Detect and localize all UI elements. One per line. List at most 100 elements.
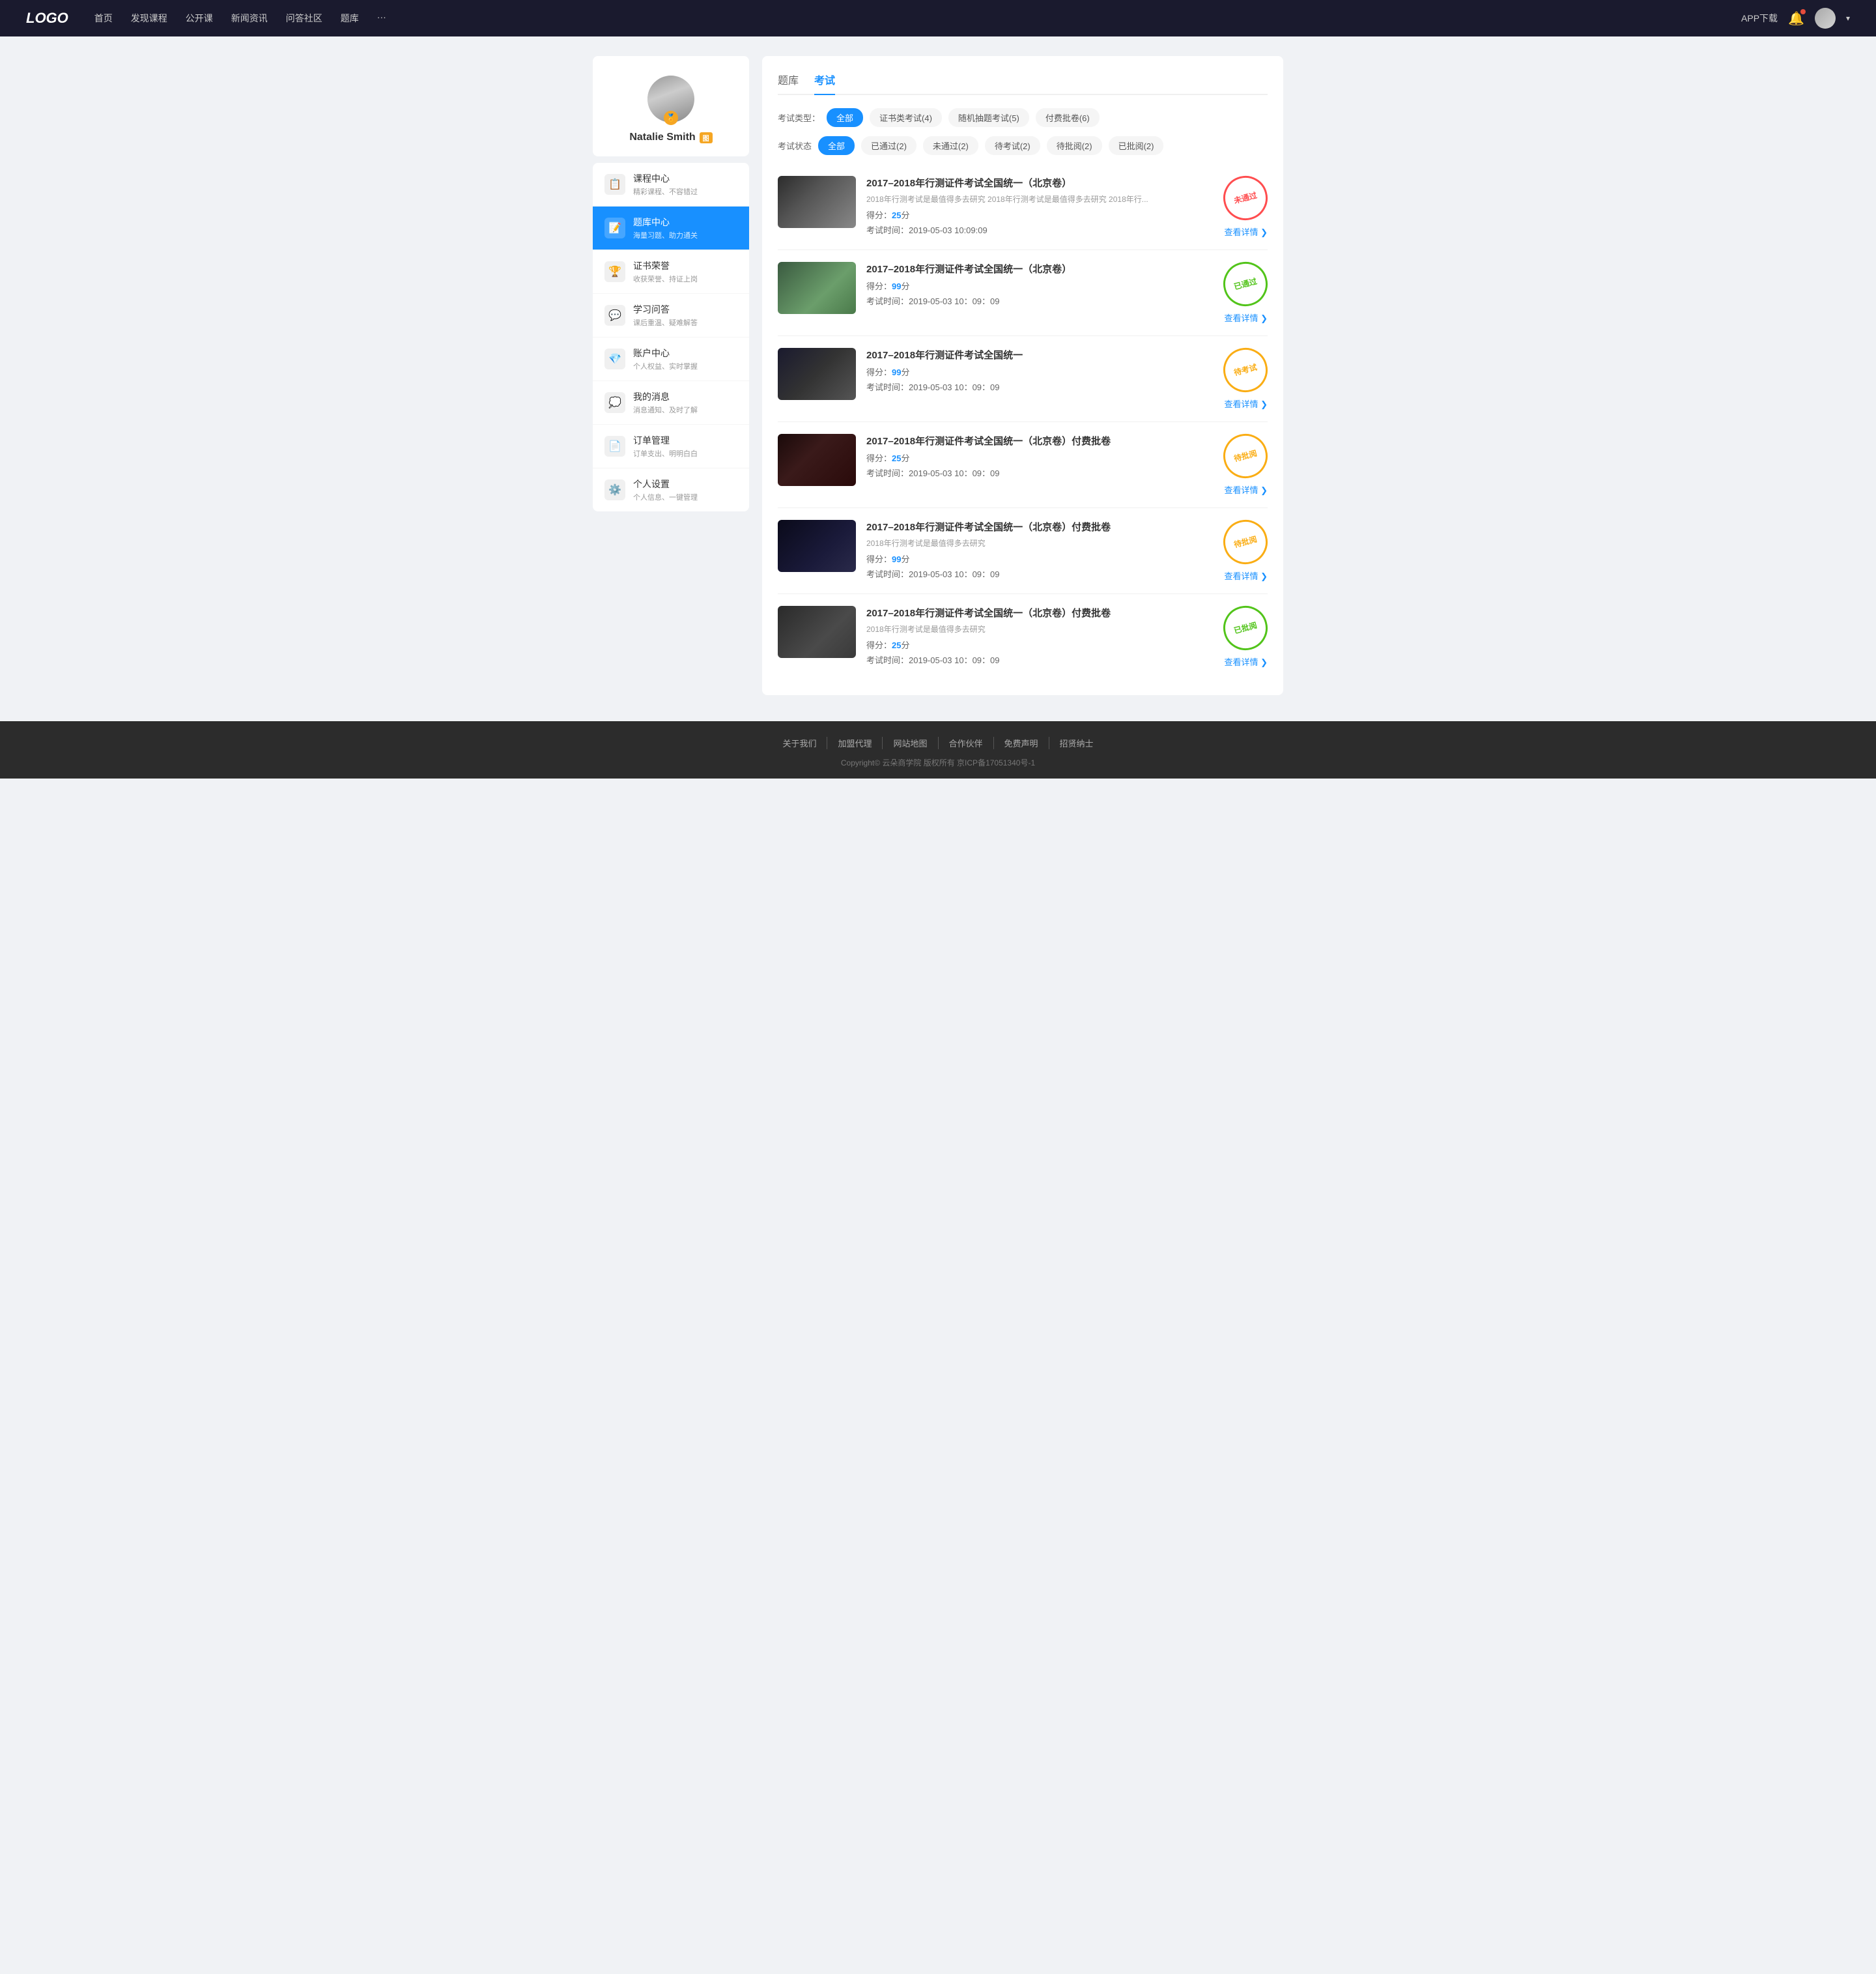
status-filter-all[interactable]: 全部 [818,136,855,155]
menu-label-orders: 订单管理 [633,434,737,447]
app-download-button[interactable]: APP下载 [1741,12,1778,25]
exam-detail-link-exam-3[interactable]: 查看详情 ❯ [1224,397,1268,410]
type-filter-cert[interactable]: 证书类考试(4) [870,108,942,127]
navbar: LOGO 首页 发现课程 公开课 新闻资讯 问答社区 题库 ··· APP下载 🔔 ▾ [0,0,1876,36]
exam-status-stamp-exam-1: 未通过 [1218,171,1272,225]
exam-time-exam-5: 考试时间：2019-05-03 10：09：09 [866,567,1192,580]
menu-icon-account: 💎 [604,349,625,369]
exam-time-exam-3: 考试时间：2019-05-03 10：09：09 [866,380,1192,393]
exam-list: 2017–2018年行测证件考试全国统一（北京卷） 2018年行测考试是最值得多… [778,164,1268,679]
type-filter-row: 考试类型： 全部证书类考试(4)随机抽题考试(5)付费批卷(6) [778,108,1268,127]
menu-label-course-center: 课程中心 [633,172,737,185]
exam-actions-exam-1: 未通过 查看详情 ❯ [1202,176,1268,238]
menu-icon-orders: 📄 [604,436,625,457]
profile-name: Natalie Smith 图 [629,132,712,143]
sidebar-item-qa[interactable]: 💬 学习问答 课后重温、疑难解答 [593,294,749,337]
profile-card: 🏅 Natalie Smith 图 [593,56,749,156]
exam-item: 2017–2018年行测证件考试全国统一（北京卷）付费批卷 得分：25分 考试时… [778,422,1268,508]
logo[interactable]: LOGO [26,10,68,27]
exam-actions-exam-6: 已批阅 查看详情 ❯ [1202,606,1268,668]
sidebar-item-orders[interactable]: 📄 订单管理 订单支出、明明白白 [593,425,749,468]
exam-info-exam-1: 2017–2018年行测证件考试全国统一（北京卷） 2018年行测考试是最值得多… [866,176,1192,236]
status-filter-reviewed[interactable]: 已批阅(2) [1109,136,1164,155]
menu-label-messages: 我的消息 [633,390,737,403]
footer-link-网站地图[interactable]: 网站地图 [883,737,938,749]
type-filter-all[interactable]: 全部 [827,108,863,127]
notification-bell[interactable]: 🔔 [1788,10,1804,27]
exam-detail-link-exam-5[interactable]: 查看详情 ❯ [1224,569,1268,582]
exam-title-exam-5: 2017–2018年行测证件考试全国统一（北京卷）付费批卷 [866,520,1192,534]
exam-thumb-exam-3 [778,348,856,400]
menu-sub-course-center: 精彩课程、不容错过 [633,186,737,197]
footer-link-招贤纳士[interactable]: 招贤纳士 [1049,737,1104,749]
exam-desc-exam-5: 2018年行测考试是最值得多去研究 [866,537,1179,549]
sidebar-item-bank-center[interactable]: 📝 题库中心 海量习题、助力通关 [593,207,749,250]
sidebar-item-account[interactable]: 💎 账户中心 个人权益、实时掌握 [593,337,749,381]
footer-link-免费声明[interactable]: 免费声明 [994,737,1049,749]
status-filter-not-passed[interactable]: 未通过(2) [923,136,978,155]
exam-detail-link-exam-1[interactable]: 查看详情 ❯ [1224,225,1268,238]
exam-thumb-exam-2 [778,262,856,314]
nav-link-opencourse[interactable]: 公开课 [186,12,213,25]
content-tabs: 题库考试 [778,72,1268,95]
exam-status-stamp-exam-3: 待考试 [1218,343,1272,397]
nav-link-news[interactable]: 新闻资讯 [231,12,268,25]
exam-score-exam-1: 得分：25分 [866,208,1192,221]
menu-label-qa: 学习问答 [633,303,737,316]
exam-actions-exam-4: 待批阅 查看详情 ❯ [1202,434,1268,496]
exam-status-stamp-exam-6: 已批阅 [1218,601,1272,655]
footer-links: 关于我们加盟代理网站地图合作伙伴免费声明招贤纳士 [0,737,1876,749]
exam-detail-link-exam-4[interactable]: 查看详情 ❯ [1224,483,1268,496]
exam-item: 2017–2018年行测证件考试全国统一 得分：99分 考试时间：2019-05… [778,336,1268,422]
type-filter-paid[interactable]: 付费批卷(6) [1036,108,1100,127]
profile-badge-icon: 🏅 [664,111,678,125]
status-filter-pending[interactable]: 待考试(2) [985,136,1040,155]
exam-info-exam-6: 2017–2018年行测证件考试全国统一（北京卷）付费批卷 2018年行测考试是… [866,606,1192,666]
sidebar-item-messages[interactable]: 💭 我的消息 消息通知、及时了解 [593,381,749,425]
menu-sub-messages: 消息通知、及时了解 [633,405,737,415]
menu-label-settings: 个人设置 [633,478,737,491]
exam-time-exam-6: 考试时间：2019-05-03 10：09：09 [866,653,1192,666]
nav-link-discover[interactable]: 发现课程 [131,12,167,25]
menu-label-account: 账户中心 [633,347,737,360]
exam-score-exam-5: 得分：99分 [866,552,1192,565]
sidebar-item-course-center[interactable]: 📋 课程中心 精彩课程、不容错过 [593,163,749,207]
menu-icon-messages: 💭 [604,392,625,413]
footer-link-关于我们[interactable]: 关于我们 [772,737,827,749]
menu-sub-orders: 订单支出、明明白白 [633,448,737,459]
user-avatar[interactable] [1815,8,1836,29]
status-filter-passed[interactable]: 已通过(2) [861,136,917,155]
sidebar-item-honor[interactable]: 🏆 证书荣誉 收获荣誉、持证上岗 [593,250,749,294]
exam-detail-link-exam-6[interactable]: 查看详情 ❯ [1224,655,1268,668]
menu-label-bank-center: 题库中心 [633,216,737,229]
exam-time-exam-4: 考试时间：2019-05-03 10：09：09 [866,466,1192,479]
exam-actions-exam-2: 已通过 查看详情 ❯ [1202,262,1268,324]
sidebar-item-settings[interactable]: ⚙️ 个人设置 个人信息、一键管理 [593,468,749,511]
nav-link-more[interactable]: ··· [377,12,386,25]
nav-link-bank[interactable]: 题库 [341,12,359,25]
exam-time-exam-2: 考试时间：2019-05-03 10：09：09 [866,294,1192,307]
exam-actions-exam-5: 待批阅 查看详情 ❯ [1202,520,1268,582]
profile-avatar-wrap: 🏅 [647,76,694,122]
exam-info-exam-5: 2017–2018年行测证件考试全国统一（北京卷）付费批卷 2018年行测考试是… [866,520,1192,580]
tab-exam[interactable]: 考试 [814,72,835,94]
exam-status-stamp-exam-2: 已通过 [1218,257,1272,311]
exam-score-exam-2: 得分：99分 [866,279,1192,292]
sidebar: 🏅 Natalie Smith 图 📋 课程中心 精彩课程、不容错过 📝 题库中… [593,56,749,695]
nav-link-qa[interactable]: 问答社区 [286,12,322,25]
exam-detail-link-exam-2[interactable]: 查看详情 ❯ [1224,311,1268,324]
type-filter-random[interactable]: 随机抽题考试(5) [948,108,1029,127]
exam-status-stamp-exam-4: 待批阅 [1218,429,1272,483]
nav-link-home[interactable]: 首页 [94,12,113,25]
user-menu-chevron[interactable]: ▾ [1846,14,1850,23]
footer-link-加盟代理[interactable]: 加盟代理 [827,737,883,749]
menu-label-honor: 证书荣誉 [633,259,737,272]
exam-info-exam-4: 2017–2018年行测证件考试全国统一（北京卷）付费批卷 得分：25分 考试时… [866,434,1192,479]
status-filter-row: 考试状态 全部已通过(2) 未通过(2) 待考试(2) 待批阅(2) 已批阅(2) [778,136,1268,155]
tab-bank[interactable]: 题库 [778,72,799,94]
status-filter-label: 考试状态 [778,139,812,152]
exam-title-exam-4: 2017–2018年行测证件考试全国统一（北京卷）付费批卷 [866,434,1192,448]
menu-icon-honor: 🏆 [604,261,625,282]
status-filter-pending-review[interactable]: 待批阅(2) [1047,136,1102,155]
footer-link-合作伙伴[interactable]: 合作伙伴 [939,737,994,749]
